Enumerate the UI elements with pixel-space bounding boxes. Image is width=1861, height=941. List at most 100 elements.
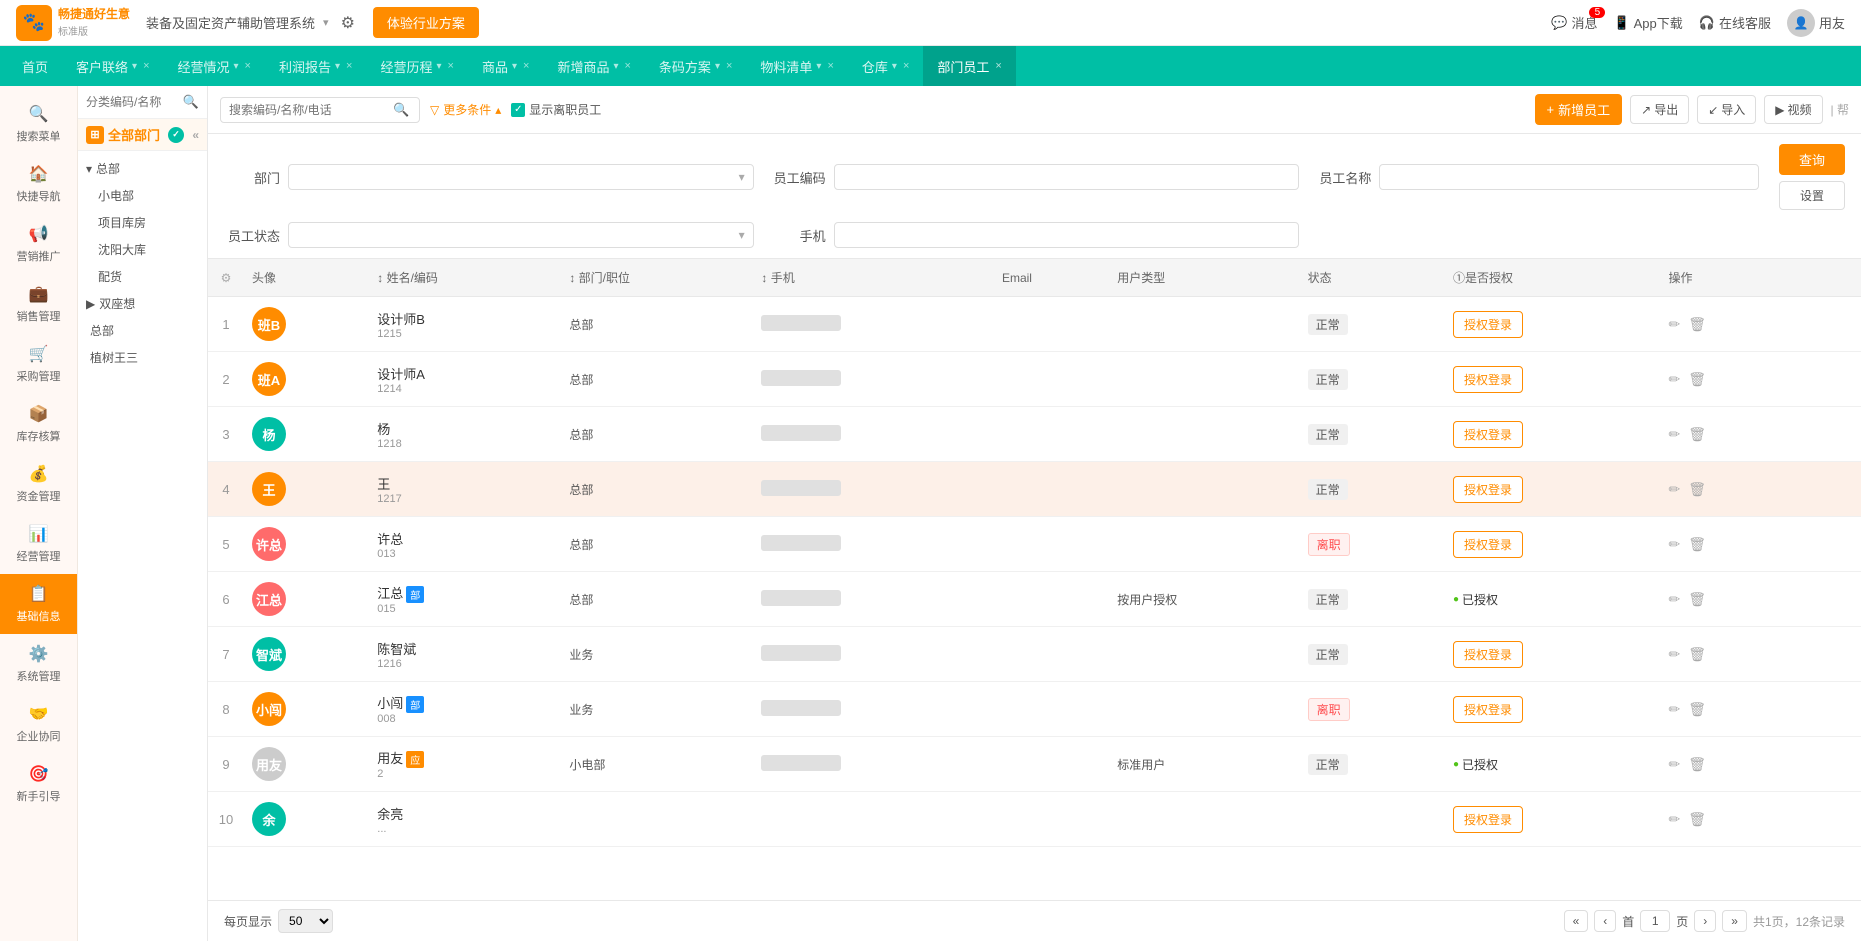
nav-item-basic[interactable]: 📋 基础信息: [0, 574, 77, 634]
nav-item-inventory[interactable]: 📦 库存核算: [0, 394, 77, 454]
nav-item-business[interactable]: 📊 经营管理: [0, 514, 77, 574]
set-button[interactable]: 设置: [1779, 181, 1845, 210]
tab-goods[interactable]: 商品 ▾ ×: [468, 46, 543, 86]
emp-name-input[interactable]: [1379, 164, 1759, 190]
help-button[interactable]: | 帮: [1831, 101, 1849, 118]
auth-login-button[interactable]: 授权登录: [1453, 311, 1523, 338]
import-button[interactable]: ↙ 导入: [1697, 95, 1756, 124]
dept-group-zongbu2[interactable]: 总部: [78, 317, 207, 344]
trial-button[interactable]: 体验行业方案: [373, 7, 479, 38]
tab-bom[interactable]: 物料清单 ▾ ×: [746, 46, 847, 86]
delete-icon[interactable]: 🗑: [1688, 536, 1706, 553]
close-icon[interactable]: ×: [346, 60, 352, 72]
dept-item-project[interactable]: 项目库房: [78, 209, 207, 236]
dept-group-zongbu[interactable]: ▾ 总部: [78, 155, 207, 182]
dept-item-xiaodian[interactable]: 小电部: [78, 182, 207, 209]
tab-profit[interactable]: 利润报告 ▾ ×: [265, 46, 366, 86]
tab-home[interactable]: 首页: [8, 46, 62, 86]
online-service-button[interactable]: 🎧 在线客服: [1699, 13, 1771, 32]
nav-item-system[interactable]: ⚙️ 系统管理: [0, 634, 77, 694]
auth-login-button[interactable]: 授权登录: [1453, 641, 1523, 668]
emp-code-input[interactable]: [834, 164, 1300, 190]
edit-icon[interactable]: ✏: [1669, 756, 1681, 773]
dept-item-peihuo[interactable]: 配货: [78, 263, 207, 290]
col-dept-position[interactable]: ↕ 部门/职位: [561, 259, 753, 297]
edit-icon[interactable]: ✏: [1669, 536, 1681, 553]
search-icon[interactable]: 🔍: [393, 102, 409, 118]
per-page-select[interactable]: 50 100: [278, 909, 333, 933]
nav-item-finance[interactable]: 💰 资金管理: [0, 454, 77, 514]
edit-icon[interactable]: ✏: [1669, 481, 1681, 498]
tab-history[interactable]: 经营历程 ▾ ×: [366, 46, 467, 86]
all-dept-item[interactable]: ⊞ 全部部门 ✓ «: [78, 119, 207, 151]
edit-icon[interactable]: ✏: [1669, 701, 1681, 718]
nav-item-search[interactable]: 🔍 搜索菜单: [0, 94, 77, 154]
system-dropdown-arrow[interactable]: ▾: [323, 16, 329, 29]
tab-operation[interactable]: 经营情况 ▾ ×: [164, 46, 265, 86]
col-phone[interactable]: ↕ 手机: [753, 259, 994, 297]
nav-item-guide[interactable]: 🎯 新手引导: [0, 754, 77, 814]
delete-icon[interactable]: 🗑: [1688, 646, 1706, 663]
tab-warehouse[interactable]: 仓库 ▾ ×: [848, 46, 923, 86]
close-icon[interactable]: ×: [523, 60, 529, 72]
more-filter-button[interactable]: ▽ 更多条件 ▴: [430, 101, 501, 118]
tab-new-goods[interactable]: 新增商品 ▾ ×: [543, 46, 644, 86]
tab-barcode[interactable]: 条码方案 ▾ ×: [645, 46, 746, 86]
auth-login-button[interactable]: 授权登录: [1453, 476, 1523, 503]
col-name-code[interactable]: ↕ 姓名/编码: [369, 259, 561, 297]
nav-item-shortcuts[interactable]: 🏠 快捷导航: [0, 154, 77, 214]
close-icon[interactable]: ×: [624, 60, 630, 72]
dept-group-shuangzuo[interactable]: ▶ 双座想: [78, 290, 207, 317]
close-icon[interactable]: ×: [726, 60, 732, 72]
close-icon[interactable]: ×: [143, 60, 149, 72]
auth-login-button[interactable]: 授权登录: [1453, 531, 1523, 558]
edit-icon[interactable]: ✏: [1669, 371, 1681, 388]
delete-icon[interactable]: 🗑: [1688, 811, 1706, 828]
nav-item-purchase[interactable]: 🛒 采购管理: [0, 334, 77, 394]
edit-icon[interactable]: ✏: [1669, 646, 1681, 663]
query-button[interactable]: 查询: [1779, 144, 1845, 175]
user-menu[interactable]: 👤 用友: [1787, 9, 1845, 37]
collapse-icon[interactable]: «: [192, 128, 199, 142]
next-page-button[interactable]: ›: [1694, 910, 1716, 932]
nav-item-marketing[interactable]: 📢 营销推广: [0, 214, 77, 274]
delete-icon[interactable]: 🗑: [1688, 701, 1706, 718]
search-input[interactable]: [229, 103, 389, 117]
message-button[interactable]: 💬 消息 5: [1551, 13, 1597, 32]
app-download-button[interactable]: 📱 App下载: [1613, 13, 1682, 32]
delete-icon[interactable]: 🗑: [1688, 481, 1706, 498]
prev-page-button[interactable]: ‹: [1594, 910, 1616, 932]
close-icon[interactable]: ×: [245, 60, 251, 72]
settings-icon[interactable]: ⚙: [341, 13, 355, 33]
edit-icon[interactable]: ✏: [1669, 591, 1681, 608]
first-page-button[interactable]: «: [1564, 910, 1589, 932]
auth-login-button[interactable]: 授权登录: [1453, 696, 1523, 723]
sidebar-search-input[interactable]: [86, 95, 179, 109]
phone-input[interactable]: [834, 222, 1300, 248]
nav-item-sales[interactable]: 💼 销售管理: [0, 274, 77, 334]
auth-login-button[interactable]: 授权登录: [1453, 421, 1523, 448]
last-page-button[interactable]: »: [1722, 910, 1747, 932]
emp-status-select[interactable]: ▾: [288, 222, 754, 248]
dept-filter-select[interactable]: ▾: [288, 164, 754, 190]
tab-customer[interactable]: 客户联络 ▾ ×: [62, 46, 163, 86]
tab-employees[interactable]: 部门员工 ×: [923, 46, 1015, 86]
sidebar-search-icon[interactable]: 🔍: [183, 94, 199, 110]
delete-icon[interactable]: 🗑: [1688, 316, 1706, 333]
delete-icon[interactable]: 🗑: [1688, 591, 1706, 608]
close-icon[interactable]: ×: [903, 60, 909, 72]
col-gear[interactable]: ⚙: [208, 259, 244, 297]
export-button[interactable]: ↗ 导出: [1630, 95, 1689, 124]
add-employee-button[interactable]: + 新增员工: [1535, 94, 1623, 125]
close-icon[interactable]: ×: [827, 60, 833, 72]
edit-icon[interactable]: ✏: [1669, 426, 1681, 443]
auth-login-button[interactable]: 授权登录: [1453, 366, 1523, 393]
show-resigned-toggle[interactable]: ✓ 显示离职员工: [511, 101, 601, 118]
edit-icon[interactable]: ✏: [1669, 316, 1681, 333]
delete-icon[interactable]: 🗑: [1688, 756, 1706, 773]
nav-item-collab[interactable]: 🤝 企业协同: [0, 694, 77, 754]
close-icon[interactable]: ×: [448, 60, 454, 72]
close-icon[interactable]: ×: [995, 60, 1001, 72]
video-button[interactable]: ▶ 视频: [1764, 95, 1822, 124]
dept-group-zhishu[interactable]: 植树王三: [78, 344, 207, 371]
